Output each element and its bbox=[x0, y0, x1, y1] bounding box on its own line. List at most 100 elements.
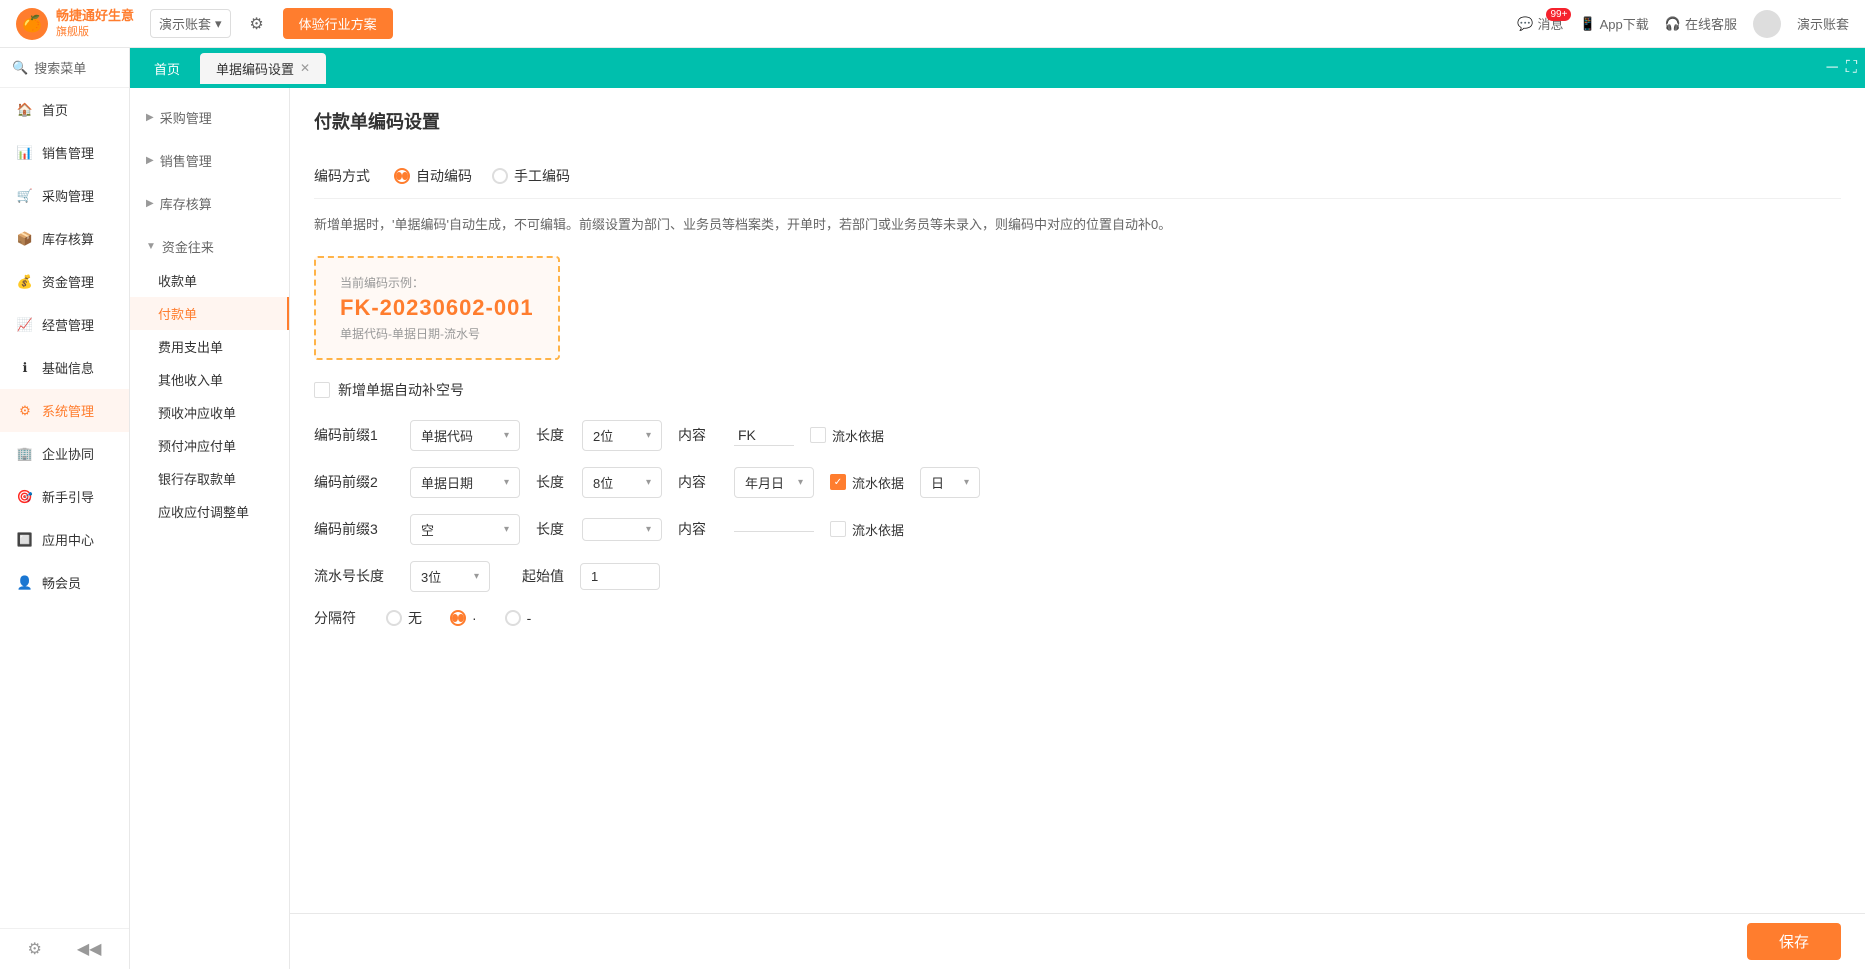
content2-select[interactable]: 年月日 ▾ bbox=[734, 467, 814, 498]
sub-nav-inventory-toggle[interactable]: ▶ 库存核算 bbox=[130, 186, 289, 221]
sidebar-item-info-label: 基础信息 bbox=[42, 358, 94, 377]
serial2-unit-select[interactable]: 日 ▾ bbox=[920, 467, 980, 498]
search-menu-button[interactable]: 🔍 搜索菜单 bbox=[0, 48, 129, 88]
sales-icon: 📊 bbox=[16, 144, 34, 162]
app-download-label: App下载 bbox=[1600, 14, 1649, 33]
collapse-icon[interactable]: ◀◀ bbox=[77, 939, 102, 959]
serial1-checkbox[interactable] bbox=[810, 427, 826, 443]
coding-method-label: 编码方式 bbox=[314, 166, 370, 186]
top-bar-right: 💬 消息 99+ 📱 App下载 🎧 在线客服 演示账套 bbox=[1517, 10, 1849, 38]
app-download-button[interactable]: 📱 App下载 bbox=[1579, 14, 1648, 33]
sep-none-radio[interactable]: 无 bbox=[386, 608, 422, 628]
prefix2-row: 编码前缀2 单据日期 ▾ 长度 8位 ▾ 内容 年月日 bbox=[314, 467, 1841, 498]
coding-method-row: 编码方式 自动编码 手工编码 bbox=[314, 154, 1841, 199]
sidebar-item-home[interactable]: 🏠 首页 bbox=[0, 88, 129, 131]
serial2-checkbox[interactable]: ✓ bbox=[830, 474, 846, 490]
prefix3-select[interactable]: 空 ▾ bbox=[410, 514, 520, 545]
chevron-down-icon: ▾ bbox=[215, 16, 222, 32]
sidebar-item-fund[interactable]: 💰 资金管理 bbox=[0, 260, 129, 303]
sep-hyphen-radio[interactable]: - bbox=[505, 610, 532, 626]
sub-nav-other-income[interactable]: 其他收入单 bbox=[130, 363, 289, 396]
settings-button[interactable]: ⚙ bbox=[243, 10, 271, 38]
search-menu-label: 搜索菜单 bbox=[34, 58, 86, 77]
length2-value: 8位 bbox=[593, 473, 613, 492]
user-name: 演示账套 bbox=[1797, 14, 1849, 33]
sub-nav-sales-toggle[interactable]: ▶ 销售管理 bbox=[130, 143, 289, 178]
user-avatar[interactable] bbox=[1753, 10, 1781, 38]
content2-value: 年月日 bbox=[745, 473, 784, 492]
sidebar-item-sales[interactable]: 📊 销售管理 bbox=[0, 131, 129, 174]
auto-code-radio[interactable]: 自动编码 bbox=[394, 166, 472, 186]
tab-home-label: 首页 bbox=[154, 59, 180, 78]
prefix2-arrow: ▾ bbox=[504, 477, 509, 488]
serial2-label: 流水依据 bbox=[852, 473, 904, 492]
service-icon: 🎧 bbox=[1665, 16, 1681, 32]
content3-label: 内容 bbox=[678, 519, 718, 539]
code-preview-desc: 单据代码-单据日期-流水号 bbox=[340, 325, 534, 342]
settings-icon[interactable]: ⚙ bbox=[28, 939, 42, 959]
sidebar: 🔍 搜索菜单 🏠 首页 📊 销售管理 🛒 采购管理 📦 库存核算 💰 资金管理 … bbox=[0, 48, 130, 969]
serial3-checkbox[interactable] bbox=[830, 521, 846, 537]
main-content: 付款单编码设置 编码方式 自动编码 手工编码 bbox=[290, 88, 1865, 913]
manual-code-radio[interactable]: 手工编码 bbox=[492, 166, 570, 186]
tab-close-icon[interactable]: ✕ bbox=[300, 61, 310, 75]
arrow-down-icon: ▼ bbox=[146, 241, 156, 252]
try-button[interactable]: 体验行业方案 bbox=[283, 8, 393, 39]
tab-bar-actions: ─ ⛶ bbox=[1826, 59, 1857, 77]
auto-code-label: 自动编码 bbox=[416, 166, 472, 186]
sub-nav-purchase-toggle[interactable]: ▶ 采购管理 bbox=[130, 100, 289, 135]
length2-select[interactable]: 8位 ▾ bbox=[582, 467, 662, 498]
sidebar-item-management[interactable]: 📈 经营管理 bbox=[0, 303, 129, 346]
online-service-button[interactable]: 🎧 在线客服 bbox=[1665, 14, 1737, 33]
sub-nav-payment[interactable]: 付款单 bbox=[130, 297, 289, 330]
start-value-input[interactable] bbox=[580, 563, 660, 590]
tab-minimize-icon[interactable]: ─ bbox=[1826, 59, 1837, 77]
sub-nav-advance-payable[interactable]: 预付冲应付单 bbox=[130, 429, 289, 462]
sub-nav-fund: ▼ 资金往来 收款单 付款单 费用支出单 其他收入单 预收冲应收单 预付冲应付单… bbox=[130, 225, 289, 532]
sidebar-item-system[interactable]: ⚙ 系统管理 bbox=[0, 389, 129, 432]
sidebar-item-enterprise-label: 企业协同 bbox=[42, 444, 94, 463]
message-button[interactable]: 💬 消息 99+ bbox=[1517, 14, 1563, 33]
enterprise-icon: 🏢 bbox=[16, 445, 34, 463]
auto-fill-checkbox[interactable] bbox=[314, 382, 330, 398]
prefix2-select[interactable]: 单据日期 ▾ bbox=[410, 467, 520, 498]
code-preview-box: 当前编码示例： FK-20230602-001 单据代码-单据日期-流水号 bbox=[314, 256, 560, 360]
sub-nav-receipt[interactable]: 收款单 bbox=[130, 264, 289, 297]
sub-nav-adjustment[interactable]: 应收应付调整单 bbox=[130, 495, 289, 528]
content3-value bbox=[734, 527, 814, 532]
sidebar-item-sales-label: 销售管理 bbox=[42, 143, 94, 162]
prefix3-value: 空 bbox=[421, 520, 434, 539]
auto-fill-label: 新增单据自动补空号 bbox=[338, 380, 464, 400]
sidebar-item-info[interactable]: ℹ 基础信息 bbox=[0, 346, 129, 389]
sidebar-item-guide[interactable]: 🎯 新手引导 bbox=[0, 475, 129, 518]
serial-length-select[interactable]: 3位 ▾ bbox=[410, 561, 490, 592]
sep-dot-radio[interactable]: · bbox=[450, 610, 477, 626]
sidebar-item-apps[interactable]: 🔲 应用中心 bbox=[0, 518, 129, 561]
length3-select[interactable]: ▾ bbox=[582, 518, 662, 541]
sub-nav-fund-toggle[interactable]: ▼ 资金往来 bbox=[130, 229, 289, 264]
sidebar-item-guide-label: 新手引导 bbox=[42, 487, 94, 506]
sub-nav-advance-receivable[interactable]: 预收冲应收单 bbox=[130, 396, 289, 429]
sidebar-item-member[interactable]: 👤 畅会员 bbox=[0, 561, 129, 604]
length1-select[interactable]: 2位 ▾ bbox=[582, 420, 662, 451]
info-icon: ℹ bbox=[16, 359, 34, 377]
sidebar-item-inventory[interactable]: 📦 库存核算 bbox=[0, 217, 129, 260]
serial-length-value: 3位 bbox=[421, 567, 441, 586]
logo: 🍊 畅捷通好生意 旗舰版 bbox=[16, 8, 134, 40]
serial3-checkbox-group: 流水依据 bbox=[830, 520, 904, 539]
tab-home[interactable]: 首页 bbox=[138, 53, 196, 84]
sidebar-item-enterprise[interactable]: 🏢 企业协同 bbox=[0, 432, 129, 475]
company-selector[interactable]: 演示账套 ▾ bbox=[150, 9, 231, 38]
prefix1-select[interactable]: 单据代码 ▾ bbox=[410, 420, 520, 451]
sub-nav-expense[interactable]: 费用支出单 bbox=[130, 330, 289, 363]
save-button[interactable]: 保存 bbox=[1747, 923, 1841, 960]
serial2-unit-value: 日 bbox=[931, 473, 944, 492]
sep-hyphen-circle bbox=[505, 610, 521, 626]
sub-nav-bank[interactable]: 银行存取款单 bbox=[130, 462, 289, 495]
tab-coding-settings[interactable]: 单据编码设置 ✕ bbox=[200, 53, 326, 84]
tab-maximize-icon[interactable]: ⛶ bbox=[1846, 59, 1857, 77]
system-icon: ⚙ bbox=[16, 402, 34, 420]
guide-icon: 🎯 bbox=[16, 488, 34, 506]
prefix3-row: 编码前缀3 空 ▾ 长度 ▾ 内容 bbox=[314, 514, 1841, 545]
sidebar-item-purchase[interactable]: 🛒 采购管理 bbox=[0, 174, 129, 217]
